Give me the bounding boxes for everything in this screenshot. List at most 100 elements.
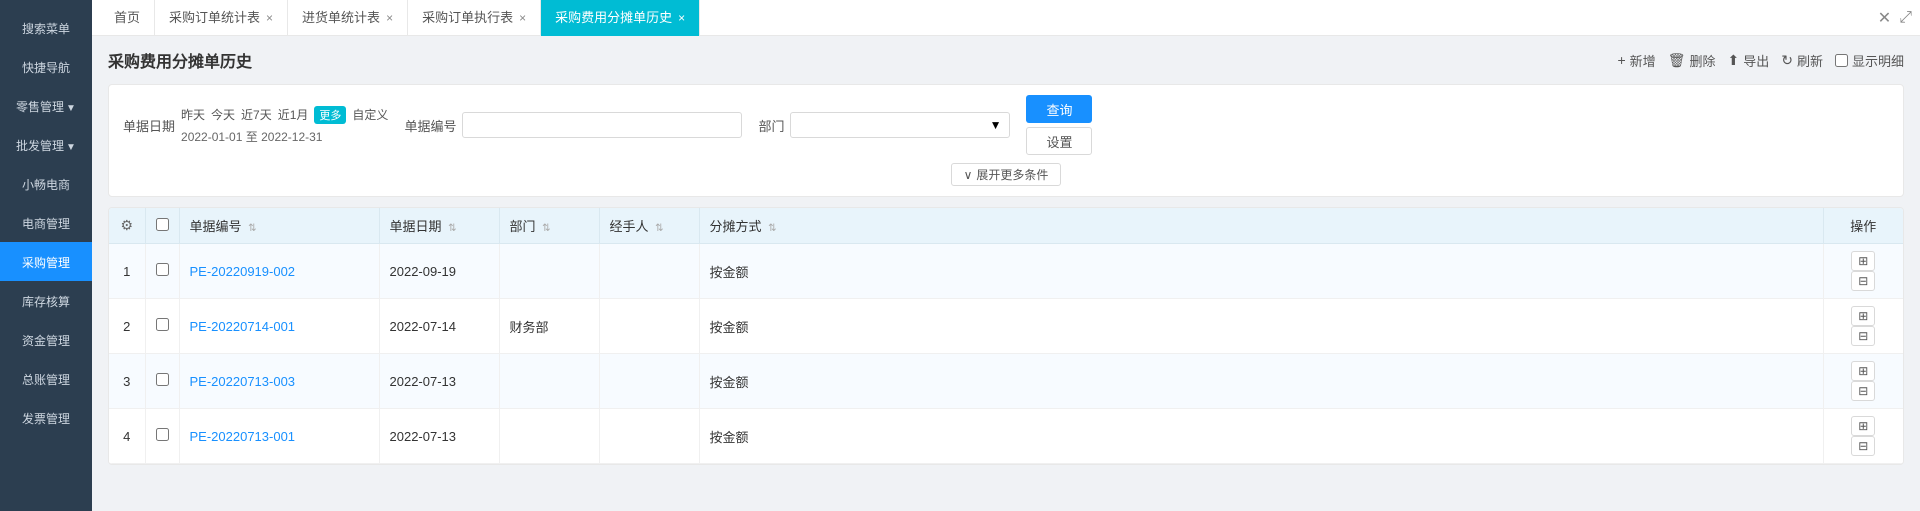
row-checkbox-4[interactable]: [156, 428, 169, 441]
bill-no-label: 单据编号: [404, 116, 456, 135]
action-btn-delete[interactable]: 🗑删除: [1668, 51, 1716, 70]
date-yesterday[interactable]: 昨天: [181, 106, 205, 123]
tab-home[interactable]: 首页: [100, 0, 155, 36]
sidebar-item-search[interactable]: 搜索菜单: [0, 8, 92, 47]
date-7days[interactable]: 近7天: [241, 106, 272, 123]
row-bill-no-link-2[interactable]: PE-20220714-001: [190, 319, 296, 334]
row-checkbox-cell-4: [145, 409, 179, 464]
th-handler-sort[interactable]: ⇅: [655, 223, 663, 234]
th-dept: 部门 ⇅: [499, 208, 599, 244]
tab-bar: 首页采购订单统计表×进货单统计表×采购订单执行表×采购费用分摊单历史× ✕ ⤢: [92, 0, 1920, 36]
row-bill-no-link-1[interactable]: PE-20220919-002: [190, 264, 296, 279]
expand-window-icon[interactable]: ⤢: [1899, 9, 1912, 27]
row-bill-no-link-4[interactable]: PE-20220713-001: [190, 429, 296, 444]
sidebar-item-mini-shop[interactable]: 小畅电商: [0, 164, 92, 203]
th-checkbox: [145, 208, 179, 244]
row-view-btn-2[interactable]: ⊞: [1851, 306, 1875, 326]
row-actions-3: ⊞ ⊟: [1823, 354, 1903, 409]
sidebar-item-inventory[interactable]: 库存核算: [0, 281, 92, 320]
action-btn-refresh[interactable]: ↻刷新: [1781, 51, 1823, 70]
row-more-btn-2[interactable]: ⊟: [1851, 326, 1875, 346]
sidebar-item-retail[interactable]: 零售管理▼: [0, 86, 92, 125]
expand-more-icon: ∨: [964, 168, 973, 182]
sidebar-item-label: 采购管理: [4, 254, 88, 271]
action-btn-add[interactable]: +新增: [1617, 51, 1655, 70]
date-today[interactable]: 今天: [211, 106, 235, 123]
row-checkbox-1[interactable]: [156, 263, 169, 276]
tab-purchase-cost-split[interactable]: 采购费用分摊单历史×: [541, 0, 700, 36]
close-window-icon[interactable]: ✕: [1878, 8, 1891, 28]
row-checkbox-2[interactable]: [156, 318, 169, 331]
sidebar-item-ledger[interactable]: 总账管理: [0, 359, 92, 398]
row-method-1: 按金额: [699, 244, 1823, 299]
row-date-4: 2022-07-13: [379, 409, 499, 464]
th-handler: 经手人 ⇅: [599, 208, 699, 244]
show-columns-checkbox[interactable]: [1835, 54, 1848, 67]
sidebar: 搜索菜单快捷导航零售管理▼批发管理▼小畅电商电商管理采购管理库存核算资金管理总账…: [0, 0, 92, 511]
date-1month[interactable]: 近1月: [278, 106, 309, 123]
show-columns-label[interactable]: 显示明细: [1835, 51, 1904, 70]
sidebar-item-purchase[interactable]: 采购管理: [0, 242, 92, 281]
settings-gear-icon[interactable]: ⚙: [120, 217, 133, 233]
th-bill-no: 单据编号 ⇅: [179, 208, 379, 244]
row-bill-no-1: PE-20220919-002: [179, 244, 379, 299]
row-dept-2: 财务部: [499, 299, 599, 354]
row-view-btn-1[interactable]: ⊞: [1851, 251, 1875, 271]
th-method-sort[interactable]: ⇅: [768, 223, 776, 234]
sidebar-item-wholesale[interactable]: 批发管理▼: [0, 125, 92, 164]
tab-incoming-stat[interactable]: 进货单统计表×: [288, 0, 408, 36]
date-filter-group: 单据日期 昨天 今天 近7天 近1月 更多 自定义 2022-01-01: [123, 106, 388, 145]
th-method-label: 分摊方式: [710, 219, 762, 234]
dept-select[interactable]: ▼: [790, 112, 1010, 138]
row-view-btn-4[interactable]: ⊞: [1851, 416, 1875, 436]
settings-button[interactable]: 设置: [1026, 127, 1092, 155]
sidebar-item-finance[interactable]: 资金管理: [0, 320, 92, 359]
th-bill-no-label: 单据编号: [190, 219, 242, 234]
row-bill-no-link-3[interactable]: PE-20220713-003: [190, 374, 296, 389]
date-custom[interactable]: 自定义: [352, 106, 388, 123]
row-more-btn-1[interactable]: ⊟: [1851, 271, 1875, 291]
export-icon: ⬆: [1727, 52, 1739, 69]
th-handler-label: 经手人: [610, 219, 649, 234]
tab-purchase-order-exec[interactable]: 采购订单执行表×: [408, 0, 541, 36]
row-dept-4: [499, 409, 599, 464]
th-date-sort[interactable]: ⇅: [448, 223, 456, 234]
tab-close-icon[interactable]: ×: [519, 0, 526, 36]
tab-close-icon[interactable]: ×: [678, 0, 685, 36]
bill-no-filter-group: 单据编号: [404, 112, 742, 138]
date-more[interactable]: 更多: [314, 106, 346, 124]
row-date-1: 2022-09-19: [379, 244, 499, 299]
row-actions-4: ⊞ ⊟: [1823, 409, 1903, 464]
tab-close-icon[interactable]: ×: [386, 0, 393, 36]
th-date-label: 单据日期: [390, 219, 442, 234]
tab-label: 采购订单统计表: [169, 0, 260, 36]
query-button[interactable]: 查询: [1026, 95, 1092, 123]
row-method-2: 按金额: [699, 299, 1823, 354]
row-actions-1: ⊞ ⊟: [1823, 244, 1903, 299]
tab-purchase-order-stat[interactable]: 采购订单统计表×: [155, 0, 288, 36]
th-dept-sort[interactable]: ⇅: [542, 223, 550, 234]
th-bill-no-sort[interactable]: ⇅: [248, 223, 256, 234]
sidebar-item-quick-nav[interactable]: 快捷导航: [0, 47, 92, 86]
row-no-1: 1: [109, 244, 145, 299]
sidebar-arrow-icon: ▼: [66, 142, 76, 153]
row-more-btn-3[interactable]: ⊟: [1851, 381, 1875, 401]
sidebar-item-invoice[interactable]: 发票管理: [0, 398, 92, 437]
header-actions: +新增 🗑删除 ⬆导出 ↻刷新 显示明细: [1617, 51, 1904, 70]
action-btn-export[interactable]: ⬆导出: [1727, 51, 1769, 70]
sidebar-item-ecommerce[interactable]: 电商管理: [0, 203, 92, 242]
row-more-btn-4[interactable]: ⊟: [1851, 436, 1875, 456]
filter-row: 单据日期 昨天 今天 近7天 近1月 更多 自定义 2022-01-01: [123, 95, 1889, 155]
expand-more-button[interactable]: ∨ 展开更多条件: [951, 163, 1062, 186]
tab-label: 进货单统计表: [302, 0, 380, 36]
row-dept-3: [499, 354, 599, 409]
select-all-checkbox[interactable]: [156, 218, 169, 231]
bill-no-input[interactable]: [462, 112, 742, 138]
row-method-3: 按金额: [699, 354, 1823, 409]
data-table-wrapper: ⚙ 单据编号 ⇅ 单据日期 ⇅: [108, 207, 1904, 465]
row-checkbox-3[interactable]: [156, 373, 169, 386]
date-range-text: 2022-01-01 至 2022-12-31: [181, 128, 388, 145]
date-range-sep: 至: [246, 130, 261, 144]
row-view-btn-3[interactable]: ⊞: [1851, 361, 1875, 381]
tab-close-icon[interactable]: ×: [266, 0, 273, 36]
